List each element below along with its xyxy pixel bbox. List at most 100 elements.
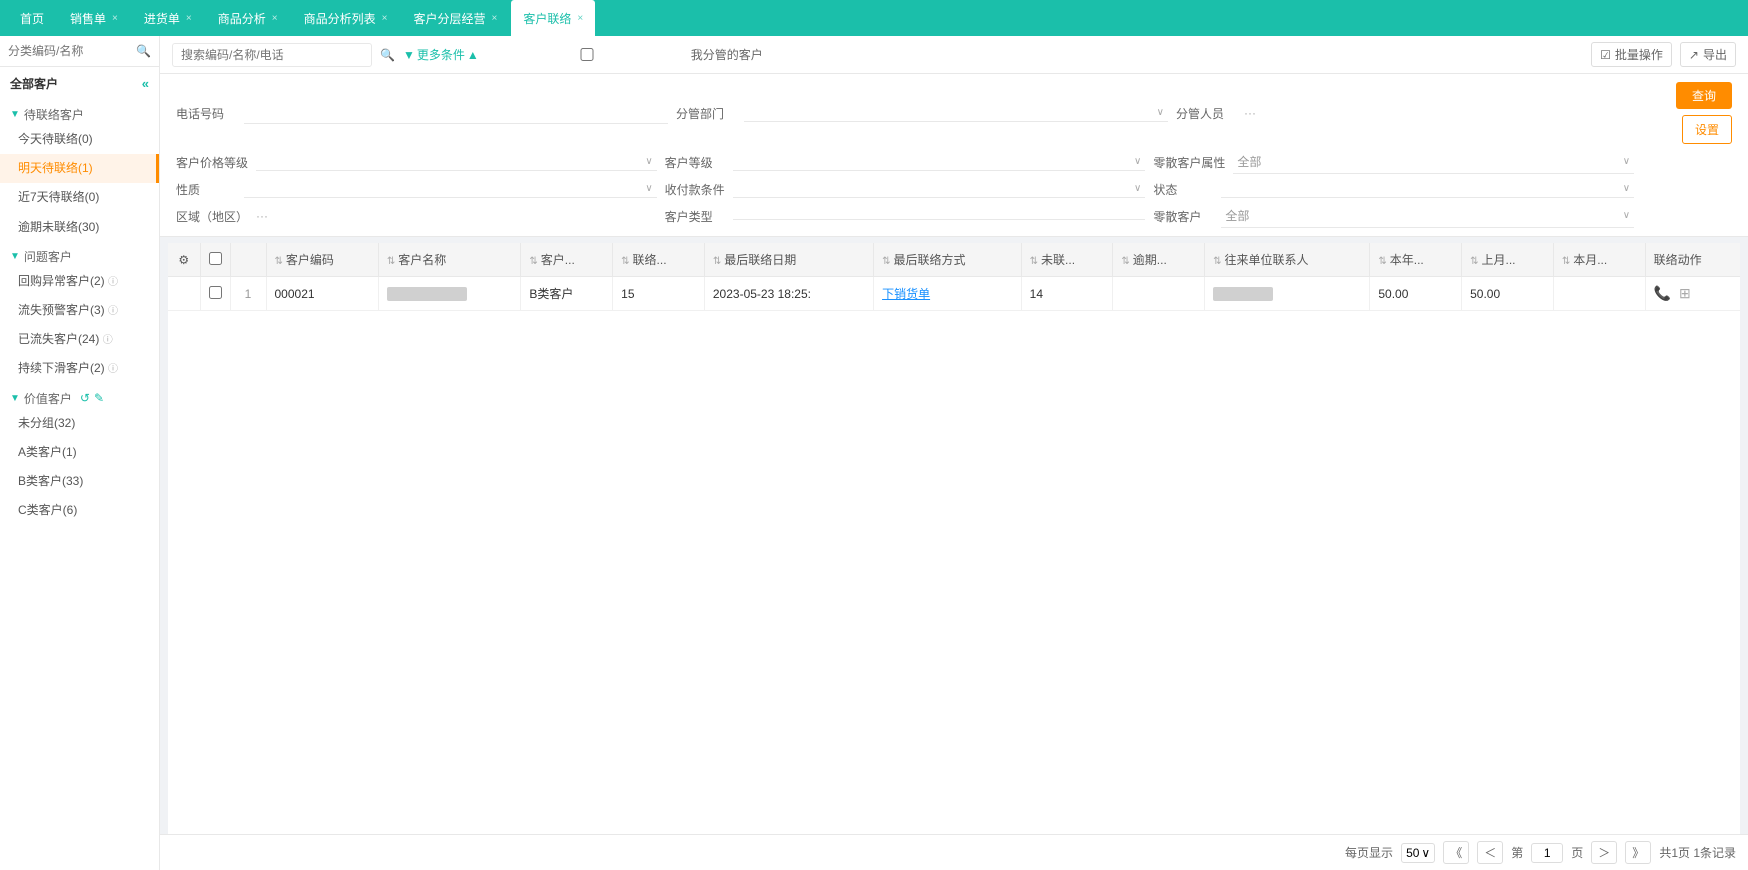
sidebar-item-repurchase-abnormal[interactable]: 回购异常客户(2) ⓘ	[0, 267, 159, 296]
dept-select[interactable]: ∨	[744, 104, 1168, 122]
phone-input[interactable]	[244, 103, 668, 124]
th-num	[230, 243, 266, 277]
sidebar-item-class-b[interactable]: B类客户(33)	[0, 467, 159, 496]
adv-row-4: 区域（地区） ··· 客户类型 零散客户 全部 ∨	[176, 204, 1732, 228]
sidebar-search-area: 🔍	[0, 36, 159, 67]
search-button[interactable]: 🔍	[380, 48, 395, 62]
close-icon[interactable]: ×	[112, 13, 118, 24]
close-icon[interactable]: ×	[186, 13, 192, 24]
arrow-icon: ▼	[10, 109, 20, 120]
sidebar-item-class-c[interactable]: C类客户(6)	[0, 496, 159, 525]
manager-dots[interactable]: ···	[1244, 106, 1256, 120]
grid-action-icon[interactable]: ⊞	[1679, 285, 1691, 302]
payment-select[interactable]: ∨	[733, 180, 1146, 198]
price-grade-select[interactable]: ∨	[256, 153, 657, 171]
arrow-icon: ▼	[10, 393, 20, 404]
retail-customer-select[interactable]: 全部 ∨	[1221, 204, 1634, 228]
nav-customer-contact[interactable]: 客户联络 ×	[511, 0, 595, 36]
export-button[interactable]: ↗ 导出	[1680, 42, 1736, 67]
refresh-icon[interactable]: ↺	[80, 391, 90, 405]
retail-customer-field: 零散客户 全部 ∨	[1153, 204, 1634, 228]
nav-sales[interactable]: 销售单 ×	[58, 0, 130, 36]
manager-field: 分管人员 ···	[1176, 105, 1668, 122]
sidebar-item-7days[interactable]: 近7天待联络(0)	[0, 183, 159, 212]
customer-type-select[interactable]	[733, 213, 1146, 220]
status-select[interactable]: ∨	[1221, 180, 1634, 198]
sidebar-item-class-a[interactable]: A类客户(1)	[0, 438, 159, 467]
sidebar-item-tomorrow[interactable]: 明天待联络(1)	[0, 154, 159, 183]
retail-attr-select[interactable]: 全部 ∨	[1233, 150, 1634, 174]
my-customers-checkbox[interactable]: 我分管的客户	[487, 46, 763, 63]
all-customers-header[interactable]: 全部客户 «	[0, 67, 159, 100]
close-icon[interactable]: ×	[577, 13, 583, 24]
sidebar-item-overdue[interactable]: 逾期未联络(30)	[0, 213, 159, 242]
row-action: 📞 ⊞	[1645, 277, 1740, 311]
row-checkbox[interactable]	[209, 286, 222, 299]
next-page-button[interactable]: ＞	[1591, 841, 1617, 864]
first-page-button[interactable]: 《	[1443, 841, 1469, 864]
settings-button[interactable]: 设置	[1682, 115, 1732, 144]
section-problem[interactable]: ▼ 问题客户	[0, 242, 159, 267]
sidebar: 🔍 全部客户 « ▼ 待联络客户 今天待联络(0) 明天待联络(1) 近7天待联…	[0, 36, 160, 870]
collapse-icon[interactable]: «	[142, 76, 149, 91]
section-pending[interactable]: ▼ 待联络客户	[0, 100, 159, 125]
row-contact-person	[1205, 277, 1370, 311]
search-input[interactable]	[172, 43, 372, 67]
row-this-year: 50.00	[1370, 277, 1462, 311]
price-grade-field: 客户价格等级 ∨	[176, 153, 657, 171]
query-button[interactable]: 查询	[1676, 82, 1732, 109]
sidebar-search-input[interactable]	[8, 44, 132, 58]
row-check[interactable]	[200, 277, 230, 311]
caret-icon: ∨	[1623, 183, 1630, 194]
sidebar-item-churned[interactable]: 已流失客户(24) ⓘ	[0, 325, 159, 354]
close-icon[interactable]: ×	[272, 13, 278, 24]
last-page-button[interactable]: 》	[1625, 841, 1651, 864]
per-page-select[interactable]: 50 ∨	[1401, 843, 1435, 863]
region-dots[interactable]: ···	[256, 209, 268, 223]
th-unlinked: ⇅未联...	[1021, 243, 1113, 277]
caret-icon: ∨	[1623, 156, 1630, 167]
more-conditions-button[interactable]: ▼ 更多条件 ▲	[403, 46, 479, 63]
close-icon[interactable]: ×	[491, 13, 497, 24]
nav-goods-analysis[interactable]: 商品分析 ×	[206, 0, 290, 36]
sidebar-item-ungrouped[interactable]: 未分组(32)	[0, 409, 159, 438]
status-field: 状态 ∨	[1153, 180, 1634, 198]
th-check[interactable]	[200, 243, 230, 277]
batch-operation-button[interactable]: ☑ 批量操作	[1591, 42, 1672, 67]
th-name: ⇅客户名称	[378, 243, 521, 277]
row-this-month	[1553, 277, 1645, 311]
table-row: 1 000021 Ea B类客户 15 2023-05-23 18:25: 下销…	[168, 277, 1740, 311]
export-icon: ↗	[1689, 48, 1699, 62]
phone-field: 电话号码	[176, 103, 668, 124]
total-label: 共1页 1条记录	[1659, 844, 1736, 861]
nav-goods-analysis-list[interactable]: 商品分析列表 ×	[292, 0, 400, 36]
th-this-month: ⇅本月...	[1553, 243, 1645, 277]
my-customers-check[interactable]	[487, 48, 687, 61]
th-settings[interactable]: ⚙	[168, 243, 200, 277]
edit-icon[interactable]: ✎	[94, 391, 104, 405]
content-area: 🔍 ▼ 更多条件 ▲ 我分管的客户 ☑ 批量操作 ↗ 导出	[160, 36, 1748, 870]
sidebar-item-today[interactable]: 今天待联络(0)	[0, 125, 159, 154]
caret-icon: ∨	[1134, 183, 1141, 194]
prev-page-button[interactable]: ＜	[1477, 841, 1503, 864]
phone-action-icon[interactable]: 📞	[1654, 285, 1671, 302]
nav-home[interactable]: 首页	[8, 0, 56, 36]
nav-purchase[interactable]: 进货单 ×	[132, 0, 204, 36]
page-input[interactable]	[1531, 843, 1563, 863]
customer-grade-select[interactable]: ∨	[733, 153, 1146, 171]
sidebar-item-declining[interactable]: 持续下滑客户(2) ⓘ	[0, 354, 159, 383]
select-all-checkbox[interactable]	[209, 252, 222, 265]
nature-select[interactable]: ∨	[244, 180, 657, 198]
row-last-month: 50.00	[1462, 277, 1554, 311]
th-last-way: ⇅最后联络方式	[874, 243, 1022, 277]
top-nav: 首页 销售单 × 进货单 × 商品分析 × 商品分析列表 × 客户分层经营 × …	[0, 0, 1748, 36]
close-icon[interactable]: ×	[382, 13, 388, 24]
search-icon[interactable]: 🔍	[136, 44, 151, 58]
section-value[interactable]: ▼ 价值客户 ↺ ✎	[0, 384, 159, 409]
th-this-year: ⇅本年...	[1370, 243, 1462, 277]
adv-row-1: 电话号码 分管部门 ∨ 分管人员 ··· 查询 设置	[176, 82, 1732, 144]
row-last-way[interactable]: 下销货单	[874, 277, 1022, 311]
sidebar-item-churn-warning[interactable]: 流失预警客户(3) ⓘ	[0, 296, 159, 325]
nav-customer-tier[interactable]: 客户分层经营 ×	[401, 0, 509, 36]
caret-icon: ∨	[645, 156, 652, 167]
